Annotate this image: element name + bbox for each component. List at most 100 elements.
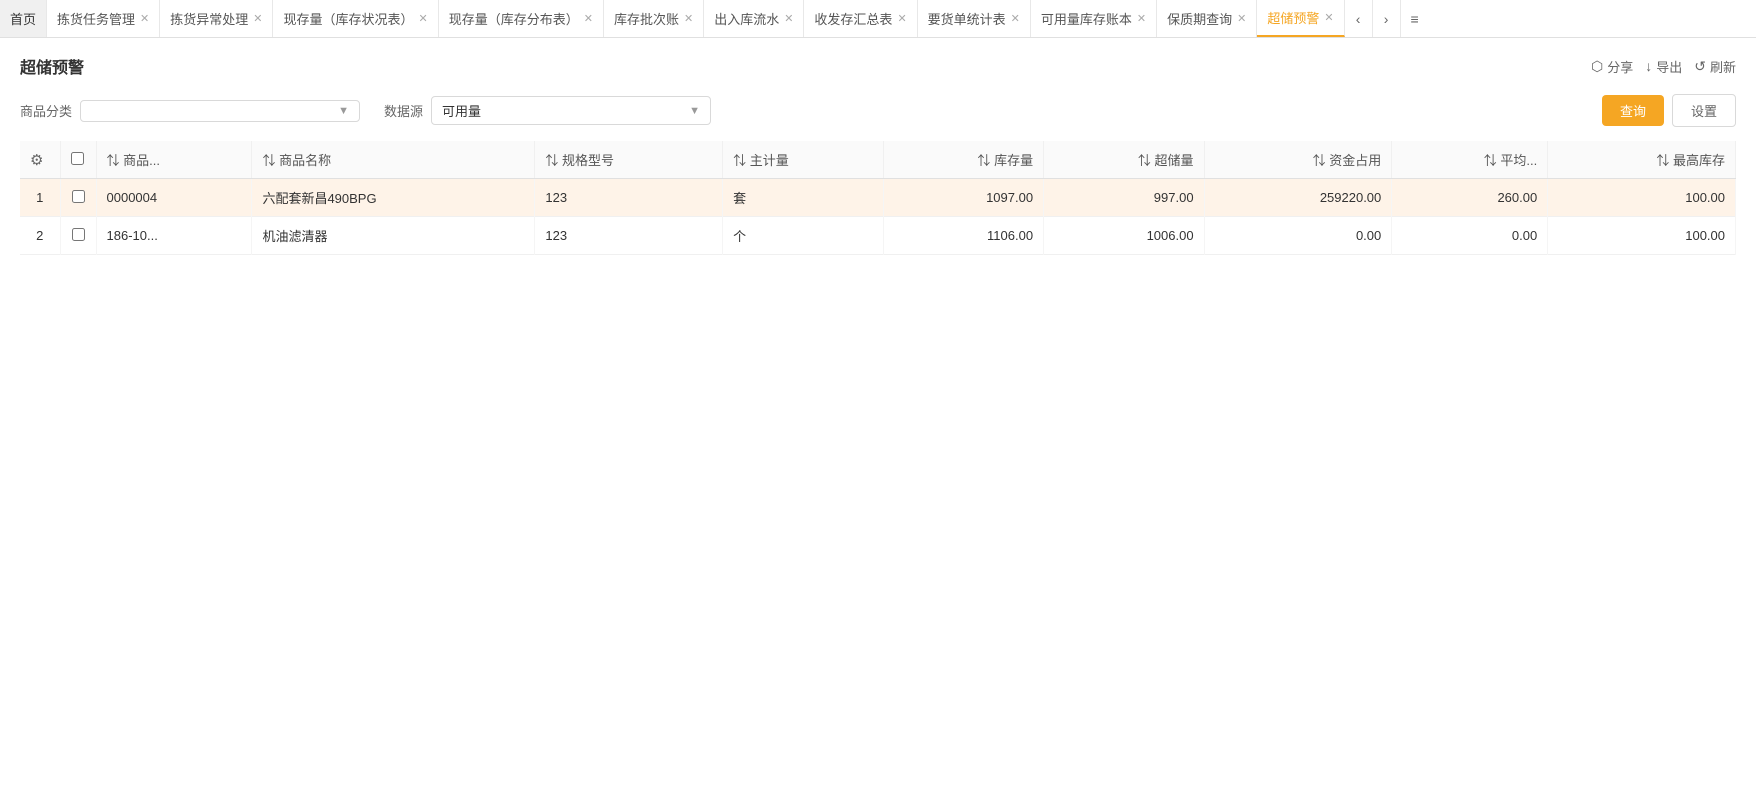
th-spec: ⇅ 规格型号	[535, 141, 723, 179]
row-unit: 个	[723, 217, 883, 255]
page-content: 超储预警 ⬡ 分享 ↓ 导出 ↺ 刷新 商品分类 ▼ 数据源	[0, 38, 1756, 800]
datasource-label: 数据源	[384, 101, 423, 120]
row-checkbox[interactable]	[72, 228, 85, 241]
tab-label: 拣货异常处理	[170, 9, 248, 28]
share-button[interactable]: ⬡ 分享	[1591, 57, 1633, 76]
tab-close-icon[interactable]: ✕	[1237, 12, 1246, 25]
nav-tab-tab-7[interactable]: 收发存汇总表 ✕	[804, 0, 917, 37]
data-table: ⚙ ⇅ 商品... ⇅ 商品名称 ⇅ 规格型号 ⇅	[20, 141, 1736, 255]
category-select[interactable]: ▼	[80, 100, 360, 122]
row-checkbox-cell	[60, 217, 96, 255]
export-button[interactable]: ↓ 导出	[1645, 57, 1682, 76]
row-stock: 1097.00	[883, 179, 1043, 217]
query-button[interactable]: 查询	[1602, 95, 1664, 126]
nav-tab-tab-4[interactable]: 现存量（库存分布表） ✕	[439, 0, 604, 37]
row-stock: 1106.00	[883, 217, 1043, 255]
row-max-stock: 100.00	[1548, 217, 1736, 255]
row-product-name: 机油滤清器	[252, 217, 535, 255]
table-header-row: ⚙ ⇅ 商品... ⇅ 商品名称 ⇅ 规格型号 ⇅	[20, 141, 1736, 179]
nav-tab-tab-8[interactable]: 要货单统计表 ✕	[918, 0, 1031, 37]
nav-tab-tab-3[interactable]: 现存量（库存状况表） ✕	[273, 0, 438, 37]
tab-label: 收发存汇总表	[814, 9, 892, 28]
tab-close-icon[interactable]: ✕	[684, 12, 693, 25]
row-avg: 0.00	[1392, 217, 1548, 255]
nav-tab-tab-10[interactable]: 保质期查询 ✕	[1157, 0, 1257, 37]
th-settings: ⚙	[20, 141, 60, 179]
row-spec: 123	[535, 179, 723, 217]
tab-close-icon[interactable]: ✕	[253, 12, 262, 25]
row-product-code: 186-10...	[96, 217, 252, 255]
nav-next-arrow[interactable]: ›	[1373, 0, 1401, 37]
tab-label: 保质期查询	[1167, 9, 1232, 28]
th-capital: ⇅ 资金占用	[1204, 141, 1392, 179]
th-max-stock: ⇅ 最高库存	[1548, 141, 1736, 179]
nav-tab-tab-5[interactable]: 库存批次账 ✕	[604, 0, 704, 37]
page-header: 超储预警 ⬡ 分享 ↓ 导出 ↺ 刷新	[20, 54, 1736, 78]
row-product-name: 六配套新昌490BPG	[252, 179, 535, 217]
row-avg: 260.00	[1392, 179, 1548, 217]
nav-tab-tab-6[interactable]: 出入库流水 ✕	[704, 0, 804, 37]
nav-tab-tab-9[interactable]: 可用量库存账本 ✕	[1031, 0, 1157, 37]
settings-gear-icon[interactable]: ⚙	[30, 152, 43, 169]
row-overstock: 1006.00	[1044, 217, 1204, 255]
nav-menu-arrow[interactable]: ≡	[1401, 0, 1429, 37]
row-capital: 259220.00	[1204, 179, 1392, 217]
th-product-name: ⇅ 商品名称	[252, 141, 535, 179]
row-number: 1	[20, 179, 60, 217]
export-icon: ↓	[1645, 58, 1652, 74]
action-buttons: 查询 设置	[1602, 94, 1736, 127]
nav-home[interactable]: 首页	[0, 0, 47, 37]
th-avg: ⇅ 平均...	[1392, 141, 1548, 179]
tab-label: 现存量（库存状况表）	[283, 9, 413, 28]
row-spec: 123	[535, 217, 723, 255]
tab-close-icon[interactable]: ✕	[1137, 12, 1146, 25]
datasource-select[interactable]: 可用量 ▼	[431, 96, 711, 125]
nav-prev-arrow[interactable]: ‹	[1345, 0, 1373, 37]
row-overstock: 997.00	[1044, 179, 1204, 217]
tab-close-icon[interactable]: ✕	[419, 12, 428, 25]
tab-close-icon[interactable]: ✕	[584, 12, 593, 25]
th-stock: ⇅ 库存量	[883, 141, 1043, 179]
row-max-stock: 100.00	[1548, 179, 1736, 217]
settings-button[interactable]: 设置	[1672, 94, 1736, 127]
row-checkbox[interactable]	[72, 190, 85, 203]
tab-label: 超储预警	[1267, 8, 1319, 27]
row-capital: 0.00	[1204, 217, 1392, 255]
nav-tab-tab-1[interactable]: 拣货任务管理 ✕	[47, 0, 160, 37]
nav-tab-tab-2[interactable]: 拣货异常处理 ✕	[160, 0, 273, 37]
tab-label: 可用量库存账本	[1041, 9, 1132, 28]
select-all-checkbox[interactable]	[71, 152, 84, 165]
row-unit: 套	[723, 179, 883, 217]
tab-label: 库存批次账	[614, 9, 679, 28]
th-product-code: ⇅ 商品...	[96, 141, 252, 179]
refresh-button[interactable]: ↺ 刷新	[1694, 57, 1736, 76]
page-title: 超储预警	[20, 54, 84, 78]
header-actions: ⬡ 分享 ↓ 导出 ↺ 刷新	[1591, 57, 1736, 76]
tab-close-icon[interactable]: ✕	[1011, 12, 1020, 25]
tab-label: 出入库流水	[714, 9, 779, 28]
table-row: 2 186-10... 机油滤清器 123 个 1106.00 1006.00 …	[20, 217, 1736, 255]
category-label: 商品分类	[20, 101, 72, 120]
tab-label: 拣货任务管理	[57, 9, 135, 28]
datasource-value: 可用量	[442, 101, 481, 120]
row-checkbox-cell	[60, 179, 96, 217]
tab-close-icon[interactable]: ✕	[897, 12, 906, 25]
tab-close-icon[interactable]: ✕	[140, 12, 149, 25]
row-product-code: 0000004	[96, 179, 252, 217]
th-overstock: ⇅ 超储量	[1044, 141, 1204, 179]
th-unit: ⇅ 主计量	[723, 141, 883, 179]
nav-tab-tab-11[interactable]: 超储预警 ✕	[1257, 0, 1344, 37]
tab-label: 现存量（库存分布表）	[449, 9, 579, 28]
table-row: 1 0000004 六配套新昌490BPG 123 套 1097.00 997.…	[20, 179, 1736, 217]
category-arrow-icon: ▼	[338, 105, 349, 117]
tab-close-icon[interactable]: ✕	[1324, 11, 1333, 24]
tab-close-icon[interactable]: ✕	[784, 12, 793, 25]
datasource-arrow-icon: ▼	[689, 105, 700, 117]
th-checkbox	[60, 141, 96, 179]
share-icon: ⬡	[1591, 58, 1603, 75]
tab-label: 要货单统计表	[928, 9, 1006, 28]
datasource-filter: 数据源 可用量 ▼	[384, 96, 711, 125]
category-filter: 商品分类 ▼	[20, 100, 360, 122]
filter-row: 商品分类 ▼ 数据源 可用量 ▼ 查询 设置	[20, 94, 1736, 127]
refresh-icon: ↺	[1694, 58, 1706, 75]
